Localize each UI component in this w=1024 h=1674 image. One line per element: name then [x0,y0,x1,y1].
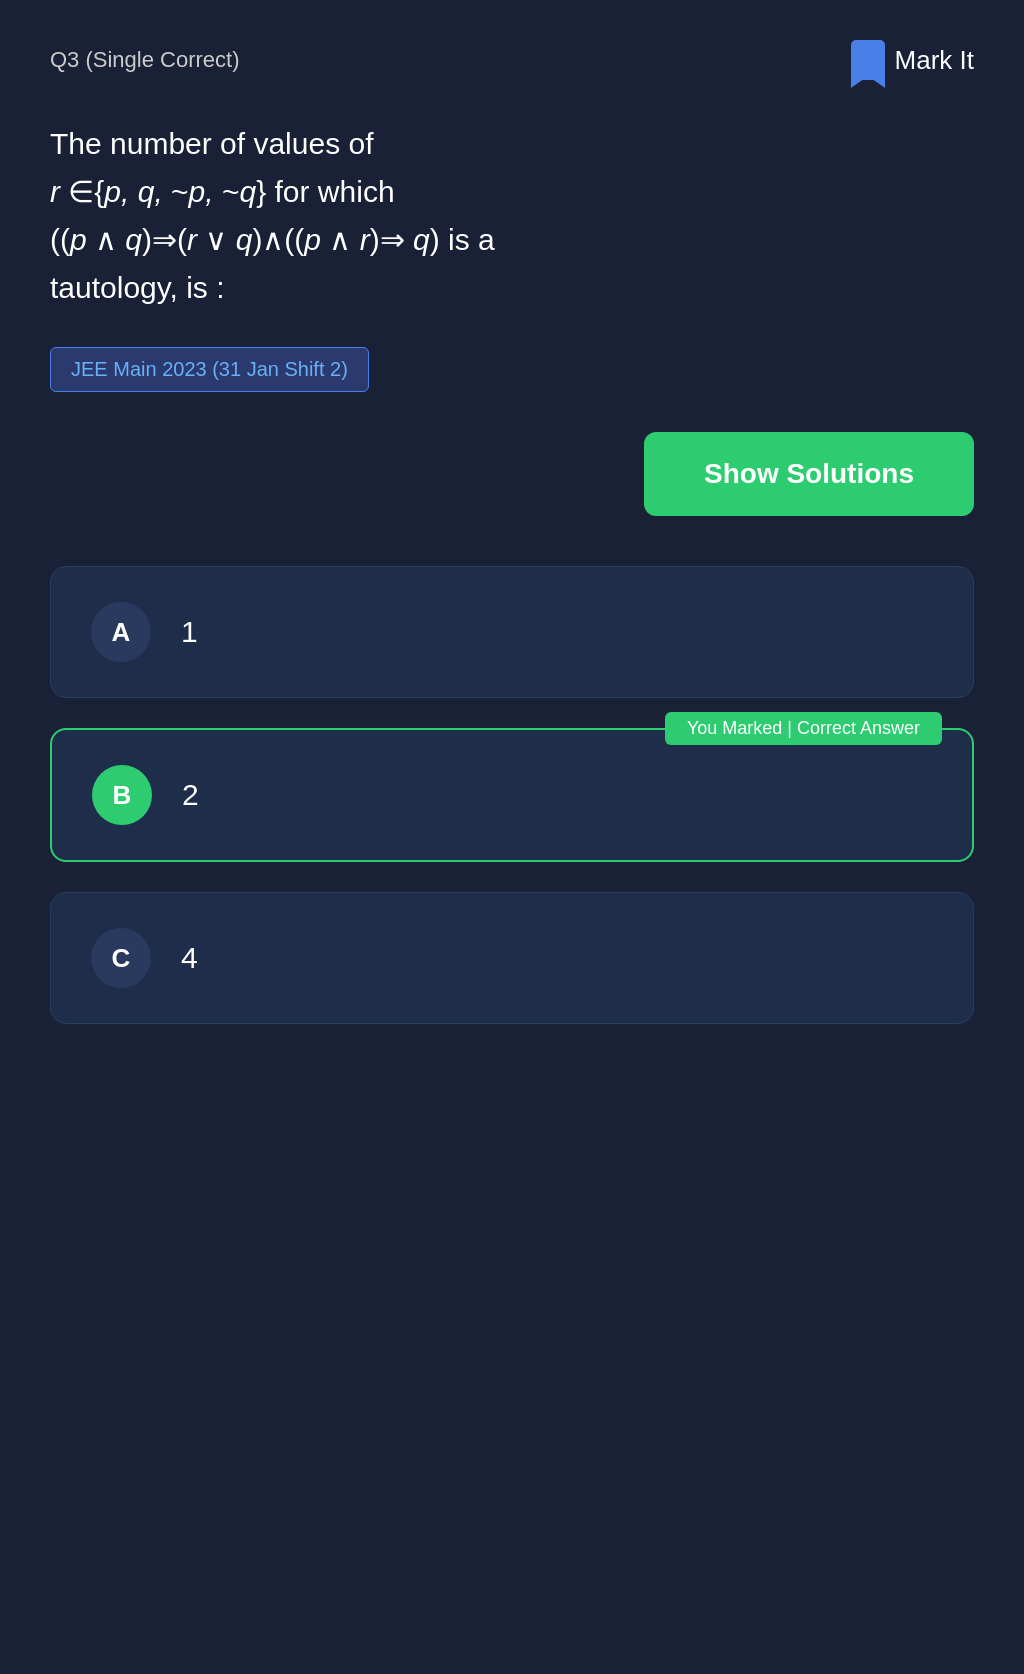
question-text: The number of values of r ∈{p, q, ~p, ~q… [50,120,974,312]
option-c-value: 4 [181,941,198,975]
correct-answer-badge: You Marked | Correct Answer [665,712,942,745]
question-line-4: tautology, is : [50,264,974,312]
show-solutions-button[interactable]: Show Solutions [644,432,974,516]
option-a-value: 1 [181,615,198,649]
option-c-card[interactable]: C 4 [50,892,974,1024]
bookmark-icon [851,40,885,80]
question-line-2: r ∈{p, q, ~p, ~q} for which [50,168,974,216]
mark-it-label: Mark It [895,45,974,76]
question-header: Q3 (Single Correct) Mark It [50,40,974,80]
question-line-1: The number of values of [50,120,974,168]
option-a-circle: A [91,602,151,662]
option-c-circle: C [91,928,151,988]
options-container: A 1 You Marked | Correct Answer B 2 C 4 [50,566,974,1024]
option-b-circle: B [92,765,152,825]
option-a-card[interactable]: A 1 [50,566,974,698]
option-b-card[interactable]: You Marked | Correct Answer B 2 [50,728,974,862]
question-label: Q3 (Single Correct) [50,47,240,73]
question-line-3: ((p ∧ q)⇒(r ∨ q)∧((p ∧ r)⇒ q) is a [50,216,974,264]
option-b-value: 2 [182,778,199,812]
mark-it-button[interactable]: Mark It [851,40,974,80]
tag-badge: JEE Main 2023 (31 Jan Shift 2) [50,347,369,392]
